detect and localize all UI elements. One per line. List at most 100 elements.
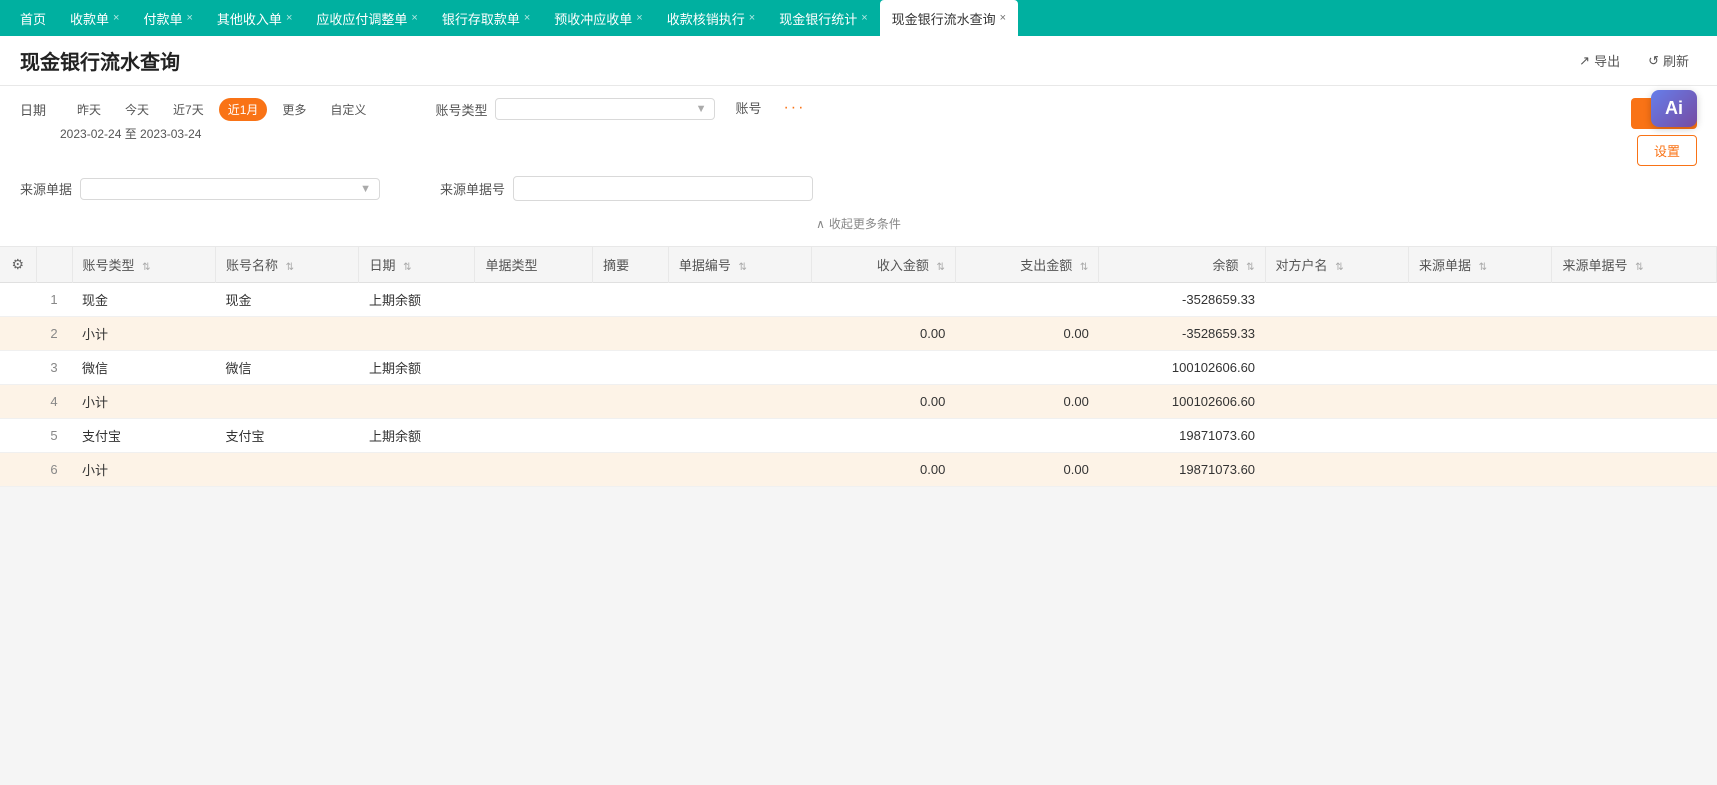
sort-date-icon: ⇅ <box>403 262 411 273</box>
cell-doc-no <box>668 317 811 351</box>
cell-summary <box>593 385 669 419</box>
cell-rownum: 5 <box>36 419 72 453</box>
cell-doc-type <box>475 283 593 317</box>
table-row[interactable]: 3 微信 微信 上期余额 100102606.60 <box>0 351 1717 385</box>
table-row[interactable]: 1 现金 现金 上期余额 -3528659.33 <box>0 283 1717 317</box>
top-nav: 首页 收款单 × 付款单 × 其他收入单 × 应收应付调整单 × 银行存取款单 … <box>0 0 1717 36</box>
col-rownum <box>36 247 72 283</box>
nav-tab-2[interactable]: 其他收入单 × <box>205 0 304 36</box>
col-source-doc-no[interactable]: 来源单据号 ⇅ <box>1552 247 1717 283</box>
cell-balance: -3528659.33 <box>1099 283 1265 317</box>
close-tab-0[interactable]: × <box>113 12 119 24</box>
cell-date: 上期余额 <box>359 419 475 453</box>
source-doc-chevron-icon: ▼ <box>360 183 371 195</box>
export-button[interactable]: ↗ 导出 <box>1571 47 1628 74</box>
cell-doc-type <box>475 419 593 453</box>
cell-gear <box>0 317 36 351</box>
refresh-icon: ↺ <box>1648 53 1659 69</box>
nav-tab-6[interactable]: 收款核销执行 × <box>655 0 767 36</box>
date-option-1month[interactable]: 近1月 <box>219 98 268 121</box>
nav-tab-8[interactable]: 现金银行流水查询 × <box>880 0 1018 36</box>
table-row[interactable]: 4 小计 0.00 0.00 100102606.60 <box>0 385 1717 419</box>
col-income[interactable]: 收入金额 ⇅ <box>812 247 955 283</box>
cell-rownum: 3 <box>36 351 72 385</box>
col-source-doc[interactable]: 来源单据 ⇅ <box>1409 247 1552 283</box>
table-row[interactable]: 2 小计 0.00 0.00 -3528659.33 <box>0 317 1717 351</box>
data-table: ⚙ 账号类型 ⇅ 账号名称 ⇅ 日期 ⇅ 单据类型 <box>0 247 1717 487</box>
source-doc-no-label: 来源单据号 <box>440 179 505 198</box>
cell-balance: -3528659.33 <box>1099 317 1265 351</box>
cell-expense <box>955 351 1098 385</box>
cell-balance: 100102606.60 <box>1099 351 1265 385</box>
refresh-button[interactable]: ↺ 刷新 <box>1640 47 1697 74</box>
cell-account-name: 支付宝 <box>215 419 358 453</box>
cell-gear <box>0 385 36 419</box>
sort-expense-icon: ⇅ <box>1080 262 1088 273</box>
close-tab-1[interactable]: × <box>186 12 192 24</box>
col-summary: 摘要 <box>593 247 669 283</box>
close-tab-4[interactable]: × <box>524 12 530 24</box>
cell-doc-type <box>475 453 593 487</box>
date-option-custom[interactable]: 自定义 <box>321 98 375 121</box>
collapse-bar[interactable]: ∧ 收起更多条件 <box>20 209 1697 234</box>
col-balance[interactable]: 余额 ⇅ <box>1099 247 1265 283</box>
ai-badge[interactable]: Ai <box>1651 90 1697 127</box>
nav-tab-3[interactable]: 应收应付调整单 × <box>304 0 429 36</box>
gear-icon[interactable]: ⚙ <box>11 256 24 272</box>
col-expense[interactable]: 支出金额 ⇅ <box>955 247 1098 283</box>
close-tab-7[interactable]: × <box>861 12 867 24</box>
close-tab-2[interactable]: × <box>286 12 292 24</box>
cell-counterparty <box>1265 419 1408 453</box>
cell-balance: 100102606.60 <box>1099 385 1265 419</box>
cell-counterparty <box>1265 317 1408 351</box>
settings-button[interactable]: 设置 <box>1637 135 1697 166</box>
account-type-label: 账号类型 <box>435 100 487 119</box>
col-date[interactable]: 日期 ⇅ <box>359 247 475 283</box>
col-gear[interactable]: ⚙ <box>0 247 36 283</box>
table-row[interactable]: 6 小计 0.00 0.00 19871073.60 <box>0 453 1717 487</box>
nav-tab-0[interactable]: 收款单 × <box>58 0 131 36</box>
col-counterparty[interactable]: 对方户名 ⇅ <box>1265 247 1408 283</box>
nav-tab-1[interactable]: 付款单 × <box>131 0 204 36</box>
account-type-chevron-icon: ▼ <box>696 103 707 115</box>
cell-expense: 0.00 <box>955 385 1098 419</box>
cell-expense: 0.00 <box>955 317 1098 351</box>
source-doc-no-input[interactable] <box>513 176 813 201</box>
close-tab-3[interactable]: × <box>411 12 417 24</box>
cell-expense <box>955 283 1098 317</box>
filter-area: 日期 昨天 今天 近7天 近1月 更多 自定义 2023-02-24 至 202… <box>0 86 1717 247</box>
account-ellipsis[interactable]: ··· <box>783 99 805 117</box>
close-tab-6[interactable]: × <box>749 12 755 24</box>
date-option-more[interactable]: 更多 <box>273 98 315 121</box>
cell-account-name: 现金 <box>215 283 358 317</box>
nav-tab-7[interactable]: 现金银行统计 × <box>767 0 879 36</box>
close-tab-8[interactable]: × <box>1000 12 1006 24</box>
col-account-type[interactable]: 账号类型 ⇅ <box>72 247 215 283</box>
date-option-today[interactable]: 今天 <box>116 98 158 121</box>
cell-income: 0.00 <box>812 385 955 419</box>
cell-summary <box>593 317 669 351</box>
cell-source-doc-no <box>1552 317 1717 351</box>
source-doc-label: 来源单据 <box>20 179 72 198</box>
cell-source-doc-no <box>1552 419 1717 453</box>
cell-account-name <box>215 385 358 419</box>
cell-account-name <box>215 453 358 487</box>
cell-summary <box>593 351 669 385</box>
table-row[interactable]: 5 支付宝 支付宝 上期余额 19871073.60 <box>0 419 1717 453</box>
date-option-yesterday[interactable]: 昨天 <box>68 98 110 121</box>
source-doc-select[interactable]: ▼ <box>80 178 380 200</box>
nav-tab-4[interactable]: 银行存取款单 × <box>430 0 542 36</box>
cell-summary <box>593 283 669 317</box>
col-doc-no[interactable]: 单据编号 ⇅ <box>668 247 811 283</box>
nav-tab-5[interactable]: 预收冲应收单 × <box>542 0 654 36</box>
account-type-select[interactable]: ▼ <box>495 98 715 120</box>
nav-home[interactable]: 首页 <box>8 0 58 36</box>
cell-source-doc <box>1409 283 1552 317</box>
cell-income <box>812 419 955 453</box>
header-actions: ↗ 导出 ↺ 刷新 <box>1571 47 1697 74</box>
cell-rownum: 4 <box>36 385 72 419</box>
close-tab-5[interactable]: × <box>636 12 642 24</box>
cell-source-doc <box>1409 385 1552 419</box>
date-option-7days[interactable]: 近7天 <box>164 98 213 121</box>
col-account-name[interactable]: 账号名称 ⇅ <box>215 247 358 283</box>
